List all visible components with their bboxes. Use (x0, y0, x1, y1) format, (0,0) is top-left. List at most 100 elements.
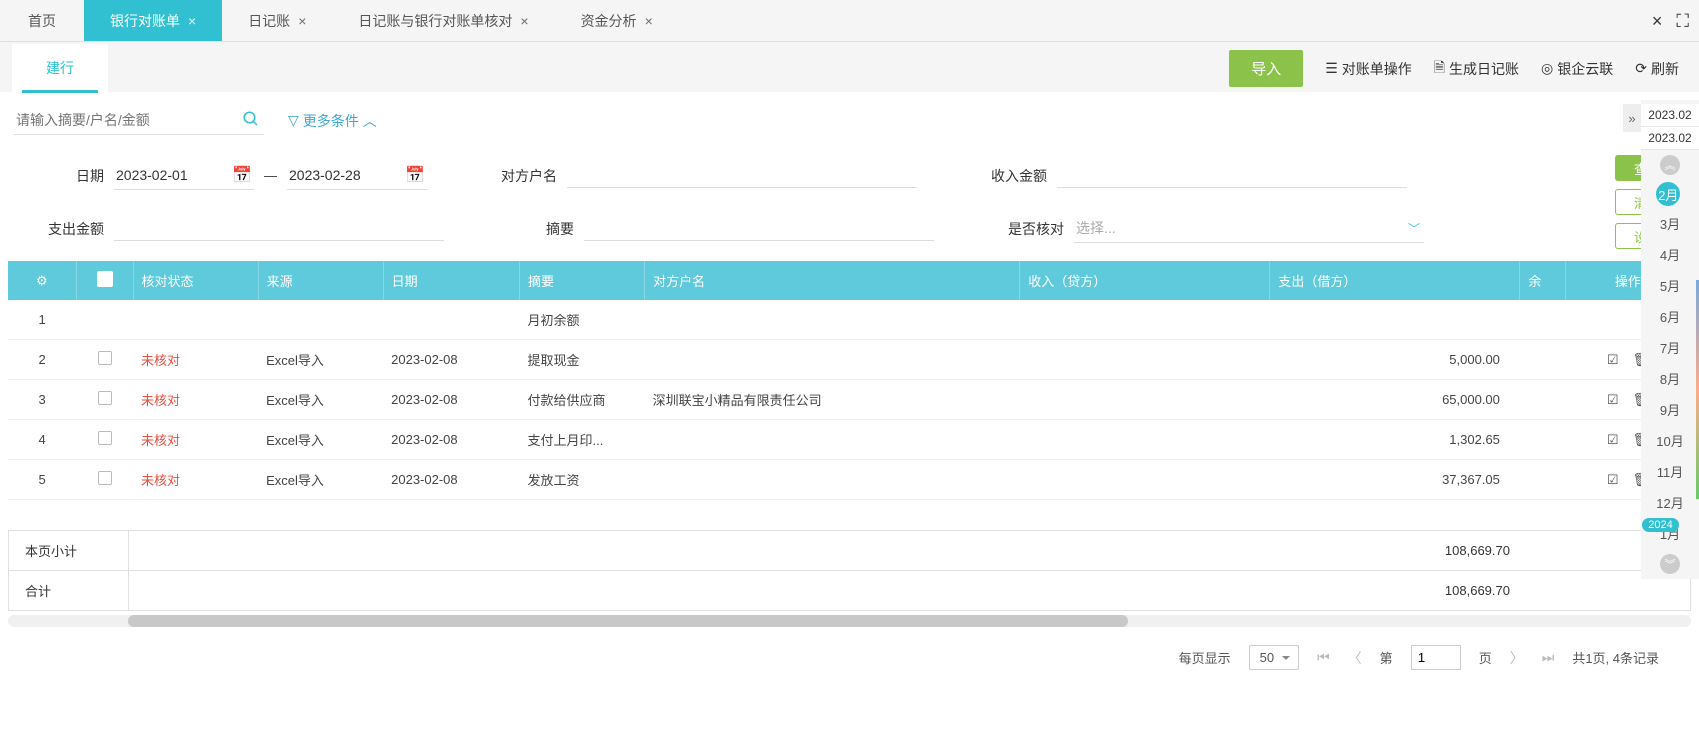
close-all-icon[interactable]: × (1652, 11, 1663, 32)
month-item[interactable]: 11月 (1656, 456, 1683, 487)
month-item[interactable]: 4月 (1656, 239, 1683, 270)
tab-label: 资金分析 (581, 11, 637, 31)
prev-page-button[interactable]: 〈 (1348, 648, 1362, 668)
counterparty-input[interactable] (567, 163, 917, 188)
row-date: 2023-02-08 (383, 420, 519, 460)
col-balance[interactable]: 余 (1520, 261, 1565, 300)
more-filters-toggle[interactable]: ▽ 更多条件 ︿ (288, 111, 377, 131)
row-counterparty (645, 340, 1020, 380)
table-row[interactable]: 5未核对Excel导入2023-02-08发放工资37,367.05☑🗑 (8, 460, 1691, 500)
search-icon[interactable] (242, 110, 260, 133)
month-item[interactable]: 5月 (1656, 270, 1683, 301)
period-top-2[interactable]: 2023.02 (1641, 127, 1699, 150)
close-icon[interactable]: × (520, 13, 528, 29)
col-status[interactable]: 核对状态 (133, 261, 258, 300)
import-button[interactable]: 导入 (1229, 50, 1303, 87)
month-item[interactable]: 10月 (1656, 425, 1683, 456)
col-gear[interactable]: ⚙ (8, 261, 76, 300)
summary-input[interactable] (584, 216, 934, 241)
row-date: 2023-02-08 (383, 340, 519, 380)
col-date[interactable]: 日期 (383, 261, 519, 300)
statement-ops-link[interactable]: ☰ 对账单操作 (1325, 59, 1412, 79)
tab-home[interactable]: 首页 (0, 0, 84, 41)
close-icon[interactable]: × (298, 13, 306, 29)
search-input[interactable] (14, 106, 264, 134)
row-checkbox[interactable] (98, 351, 112, 365)
table-row[interactable]: 4未核对Excel导入2023-02-08支付上月印...1,302.65☑🗑 (8, 420, 1691, 460)
col-income[interactable]: 收入（贷方） (1020, 261, 1270, 300)
page-input[interactable] (1411, 645, 1461, 670)
table-row[interactable]: 1月初余额 (8, 300, 1691, 340)
search-row: ▽ 更多条件 ︿ (0, 92, 1699, 143)
col-checkbox[interactable] (76, 261, 133, 300)
col-expense[interactable]: 支出（借方） (1270, 261, 1520, 300)
row-status: 未核对 (133, 460, 258, 500)
next-page-button[interactable]: 〉 (1510, 648, 1524, 668)
date-from-value: 2023-02-01 (116, 167, 188, 183)
col-source[interactable]: 来源 (258, 261, 383, 300)
month-item[interactable]: 6月 (1656, 301, 1683, 332)
check-icon[interactable]: ☑ (1607, 472, 1619, 488)
row-income (1020, 380, 1270, 420)
check-icon[interactable]: ☑ (1607, 392, 1619, 408)
date-to-field[interactable]: 2023-02-28 📅 (287, 161, 427, 190)
panel-expand-handle[interactable]: » (1623, 104, 1641, 132)
last-page-button[interactable]: ⏭ (1542, 649, 1555, 666)
table-row[interactable]: 3未核对Excel导入2023-02-08付款给供应商深圳联宝小精品有限责任公司… (8, 380, 1691, 420)
table-row[interactable]: 2未核对Excel导入2023-02-08提取现金5,000.00☑🗑 (8, 340, 1691, 380)
close-icon[interactable]: × (188, 13, 196, 29)
row-checkbox[interactable] (98, 391, 112, 405)
close-icon[interactable]: × (645, 13, 653, 29)
month-item[interactable]: 9月 (1656, 394, 1683, 425)
check-icon[interactable]: ☑ (1607, 432, 1619, 448)
col-counterparty[interactable]: 对方户名 (645, 261, 1020, 300)
first-page-button[interactable]: ⏮ (1317, 649, 1330, 666)
subtab-label: 建行 (46, 60, 74, 76)
row-index: 2 (8, 340, 76, 380)
row-balance (1520, 420, 1565, 460)
row-expense: 5,000.00 (1270, 340, 1520, 380)
income-input[interactable] (1057, 163, 1407, 188)
tab-fund-analysis[interactable]: 资金分析 × (555, 0, 679, 41)
expense-input[interactable] (114, 216, 444, 241)
tab-journal[interactable]: 日记账 × (222, 0, 332, 41)
sync-icon: ◎ (1541, 60, 1553, 77)
fullscreen-icon[interactable]: ⛶ (1676, 11, 1689, 32)
horizontal-scrollbar[interactable] (8, 615, 1691, 627)
calendar-icon[interactable]: 📅 (232, 165, 252, 185)
subtab-bank-ccb[interactable]: 建行 (12, 44, 108, 92)
row-checkbox-cell[interactable] (76, 380, 133, 420)
row-index: 1 (8, 300, 76, 340)
row-summary: 付款给供应商 (520, 380, 645, 420)
scroll-down-button[interactable]: ︾ (1660, 554, 1680, 574)
bank-cloud-link[interactable]: ◎ 银企云联 (1541, 59, 1613, 79)
month-item[interactable]: 8月 (1656, 363, 1683, 394)
row-checkbox-cell[interactable] (76, 420, 133, 460)
period-top-1[interactable]: 2023.02 (1641, 104, 1699, 127)
row-expense: 65,000.00 (1270, 380, 1520, 420)
row-checkbox-cell[interactable] (76, 300, 133, 340)
row-checkbox-cell[interactable] (76, 340, 133, 380)
scrollbar-thumb[interactable] (128, 615, 1128, 627)
per-page-select[interactable]: 50 (1249, 645, 1299, 670)
month-item[interactable]: 12月 (1656, 487, 1683, 518)
tab-reconcile[interactable]: 日记账与银行对账单核对 × (332, 0, 554, 41)
month-item[interactable]: 7月 (1656, 332, 1683, 363)
refresh-link[interactable]: ⟳ 刷新 (1635, 59, 1679, 79)
generate-journal-link[interactable]: 🗎 生成日记账 (1434, 57, 1519, 81)
check-icon[interactable]: ☑ (1607, 352, 1619, 368)
date-from-field[interactable]: 2023-02-01 📅 (114, 161, 254, 190)
row-summary: 提取现金 (520, 340, 645, 380)
month-item[interactable]: 3月 (1656, 208, 1683, 239)
select-all-checkbox[interactable] (97, 271, 113, 287)
month-item[interactable]: 2月 (1656, 182, 1680, 206)
row-checkbox-cell[interactable] (76, 460, 133, 500)
row-checkbox[interactable] (98, 431, 112, 445)
col-summary[interactable]: 摘要 (520, 261, 645, 300)
row-index: 3 (8, 380, 76, 420)
tab-bank-statement[interactable]: 银行对账单 × (84, 0, 222, 41)
calendar-icon[interactable]: 📅 (405, 165, 425, 185)
row-checkbox[interactable] (98, 471, 112, 485)
scroll-up-button[interactable]: ︽ (1660, 155, 1680, 175)
matched-select[interactable]: 选择... ﹀ (1074, 214, 1424, 243)
